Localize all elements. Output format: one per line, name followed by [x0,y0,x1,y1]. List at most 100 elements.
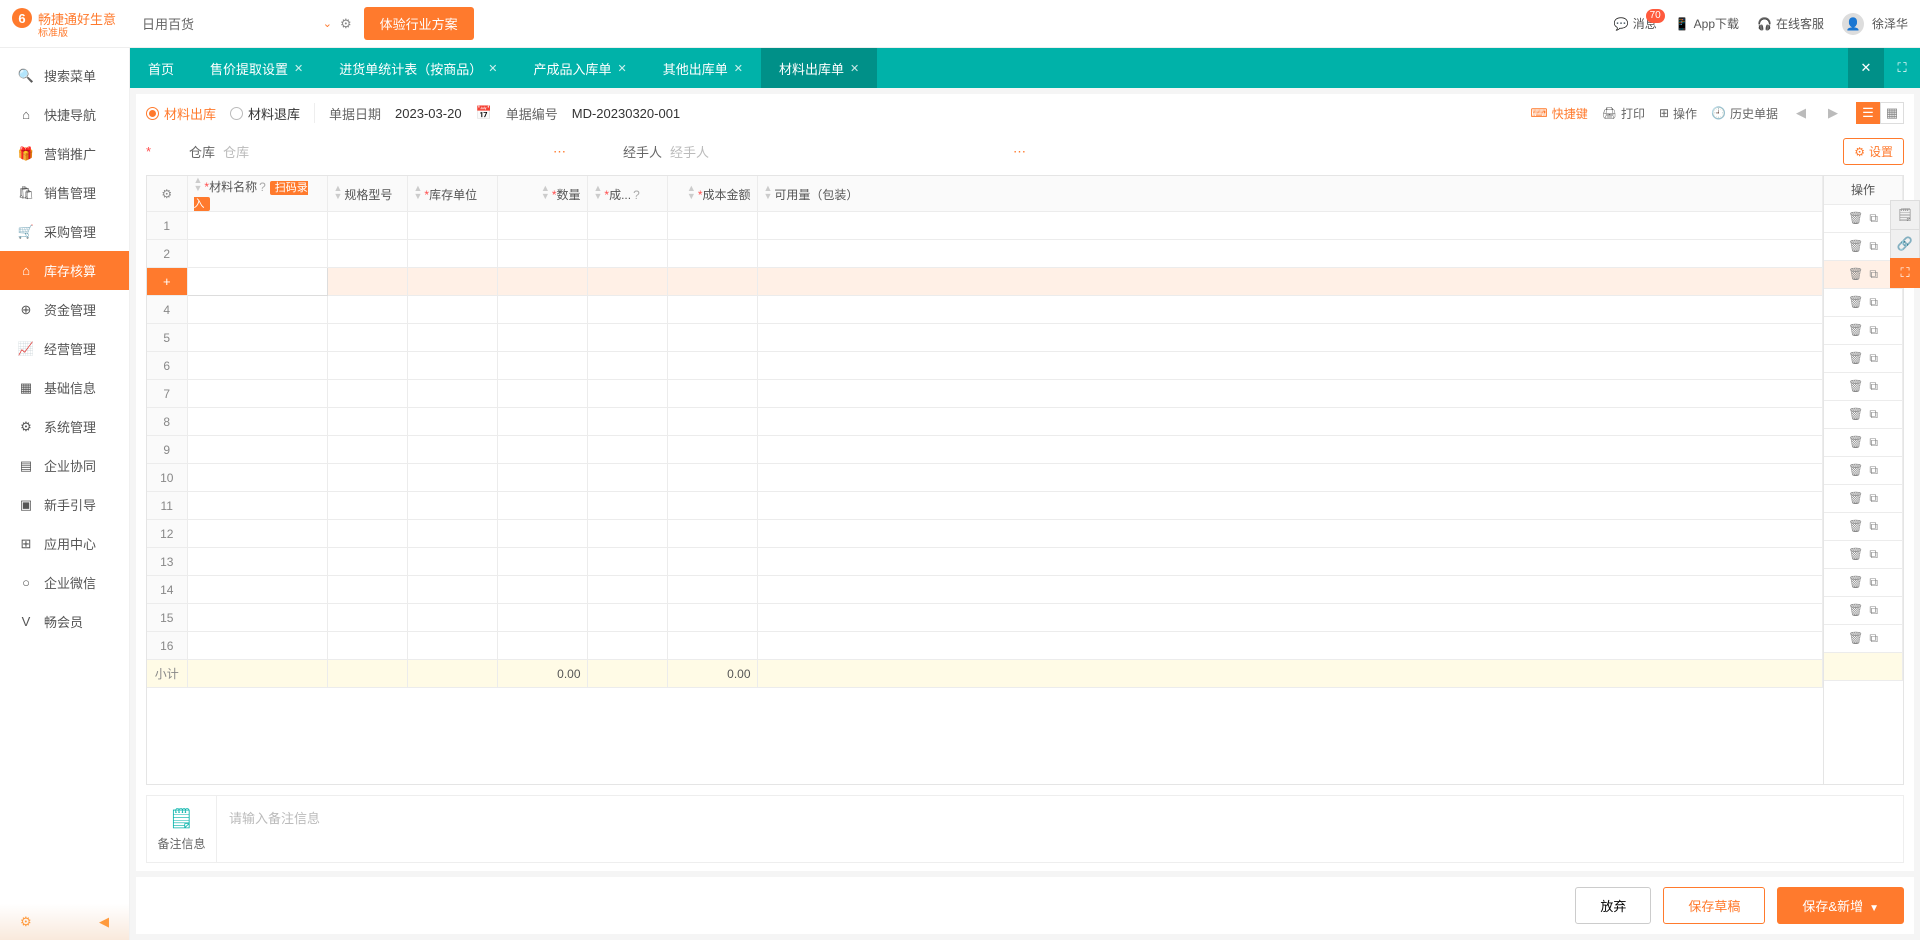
close-icon[interactable]: ✕ [850,62,859,75]
cell-qty[interactable] [497,604,587,632]
sidebar-item-8[interactable]: ▦基础信息 [0,368,129,407]
cell-cost-amount[interactable] [667,352,757,380]
sidebar-item-4[interactable]: 🛒采购管理 [0,212,129,251]
cell-unit[interactable] [407,492,497,520]
cell-available[interactable] [757,296,1823,324]
close-icon[interactable]: ✕ [488,62,497,75]
table-row[interactable]: + [147,268,1823,296]
save-draft-button[interactable]: 保存草稿 [1663,887,1765,924]
cell-cost[interactable] [587,408,667,436]
delete-icon[interactable]: 🗑 [1845,323,1866,337]
sidebar-item-12[interactable]: ⊞应用中心 [0,524,129,563]
dock-link-button[interactable]: 🔗 [1890,229,1920,259]
cell-available[interactable] [757,324,1823,352]
cell-available[interactable] [757,548,1823,576]
cell-unit[interactable] [407,380,497,408]
radio-material-out[interactable]: 材料出库 [146,104,216,123]
cell-cost-amount[interactable] [667,380,757,408]
cell-available[interactable] [757,408,1823,436]
cell-unit[interactable] [407,436,497,464]
cell-material[interactable] [187,268,327,296]
cell-cost-amount[interactable] [667,324,757,352]
cell-material[interactable] [187,604,327,632]
copy-icon[interactable]: ⧉ [1866,239,1881,253]
dock-note-button[interactable]: 🗒 [1890,200,1920,230]
cell-cost-amount[interactable] [667,464,757,492]
cell-unit[interactable] [407,604,497,632]
cell-cost[interactable] [587,492,667,520]
more-icon[interactable]: ⋯ [1013,144,1026,160]
cell-unit[interactable] [407,352,497,380]
prev-doc-button[interactable]: ◀ [1792,105,1810,121]
cell-unit[interactable] [407,296,497,324]
table-row[interactable]: 10 [147,464,1823,492]
sidebar-settings-icon[interactable]: ⚙ [20,914,32,930]
column-settings-button[interactable]: ⚙ 设置 [1843,138,1904,165]
col-spec[interactable]: ▲▼规格型号 [327,176,407,212]
cell-material[interactable] [187,212,327,240]
sidebar-item-5[interactable]: ⌂库存核算 [0,251,129,290]
copy-icon[interactable]: ⧉ [1866,295,1881,309]
cell-spec[interactable] [327,436,407,464]
cell-qty[interactable] [497,380,587,408]
table-row[interactable]: 5 [147,324,1823,352]
cell-spec[interactable] [327,464,407,492]
cell-spec[interactable] [327,380,407,408]
delete-icon[interactable]: 🗑 [1845,519,1866,533]
delete-icon[interactable]: 🗑 [1845,211,1866,225]
delete-icon[interactable]: 🗑 [1845,295,1866,309]
copy-icon[interactable]: ⧉ [1866,435,1881,449]
radio-material-return[interactable]: 材料退库 [230,104,300,123]
cell-available[interactable] [757,240,1823,268]
cell-qty[interactable] [497,492,587,520]
table-row[interactable]: 8 [147,408,1823,436]
cell-material[interactable] [187,576,327,604]
cell-unit[interactable] [407,268,497,296]
cell-qty[interactable] [497,240,587,268]
cell-material[interactable] [187,632,327,660]
cell-qty[interactable] [497,352,587,380]
app-download-link[interactable]: 📱 App下载 [1675,15,1739,32]
col-cost[interactable]: ▲▼*成...? [587,176,667,212]
add-row-icon[interactable]: + [158,273,176,291]
cell-material[interactable] [187,408,327,436]
help-icon[interactable]: ? [633,188,640,202]
cell-spec[interactable] [327,324,407,352]
cell-cost[interactable] [587,352,667,380]
sidebar-item-0[interactable]: 🔍搜索菜单 [0,56,129,95]
copy-icon[interactable]: ⧉ [1866,323,1881,337]
discard-button[interactable]: 放弃 [1575,887,1651,924]
cell-unit[interactable] [407,464,497,492]
delete-icon[interactable]: 🗑 [1845,603,1866,617]
delete-icon[interactable]: 🗑 [1845,491,1866,505]
tab-0[interactable]: 首页 [130,48,192,88]
shortcut-button[interactable]: ⌨快捷键 [1530,105,1587,122]
sidebar-item-7[interactable]: 📈经营管理 [0,329,129,368]
cell-available[interactable] [757,492,1823,520]
cell-cost[interactable] [587,324,667,352]
copy-icon[interactable]: ⧉ [1866,575,1881,589]
cell-available[interactable] [757,520,1823,548]
sidebar-item-10[interactable]: ▤企业协同 [0,446,129,485]
view-list-button[interactable]: ☰ [1856,102,1880,124]
cell-cost-amount[interactable] [667,296,757,324]
agent-input[interactable]: 经手人 [670,142,1005,162]
delete-icon[interactable]: 🗑 [1845,407,1866,421]
cell-cost-amount[interactable] [667,240,757,268]
tab-3[interactable]: 产成品入库单✕ [515,48,644,88]
cell-material[interactable] [187,492,327,520]
cell-qty[interactable] [497,268,587,296]
cell-unit[interactable] [407,324,497,352]
tab-4[interactable]: 其他出库单✕ [645,48,761,88]
close-icon[interactable]: ✕ [618,62,627,75]
delete-icon[interactable]: 🗑 [1845,351,1866,365]
cell-cost[interactable] [587,632,667,660]
copy-icon[interactable]: ⧉ [1866,463,1881,477]
sidebar-item-13[interactable]: ○企业微信 [0,563,129,602]
cell-cost[interactable] [587,380,667,408]
cell-spec[interactable] [327,548,407,576]
sidebar-item-14[interactable]: V畅会员 [0,602,129,641]
copy-icon[interactable]: ⧉ [1866,379,1881,393]
cell-available[interactable] [757,380,1823,408]
cell-material[interactable] [187,352,327,380]
